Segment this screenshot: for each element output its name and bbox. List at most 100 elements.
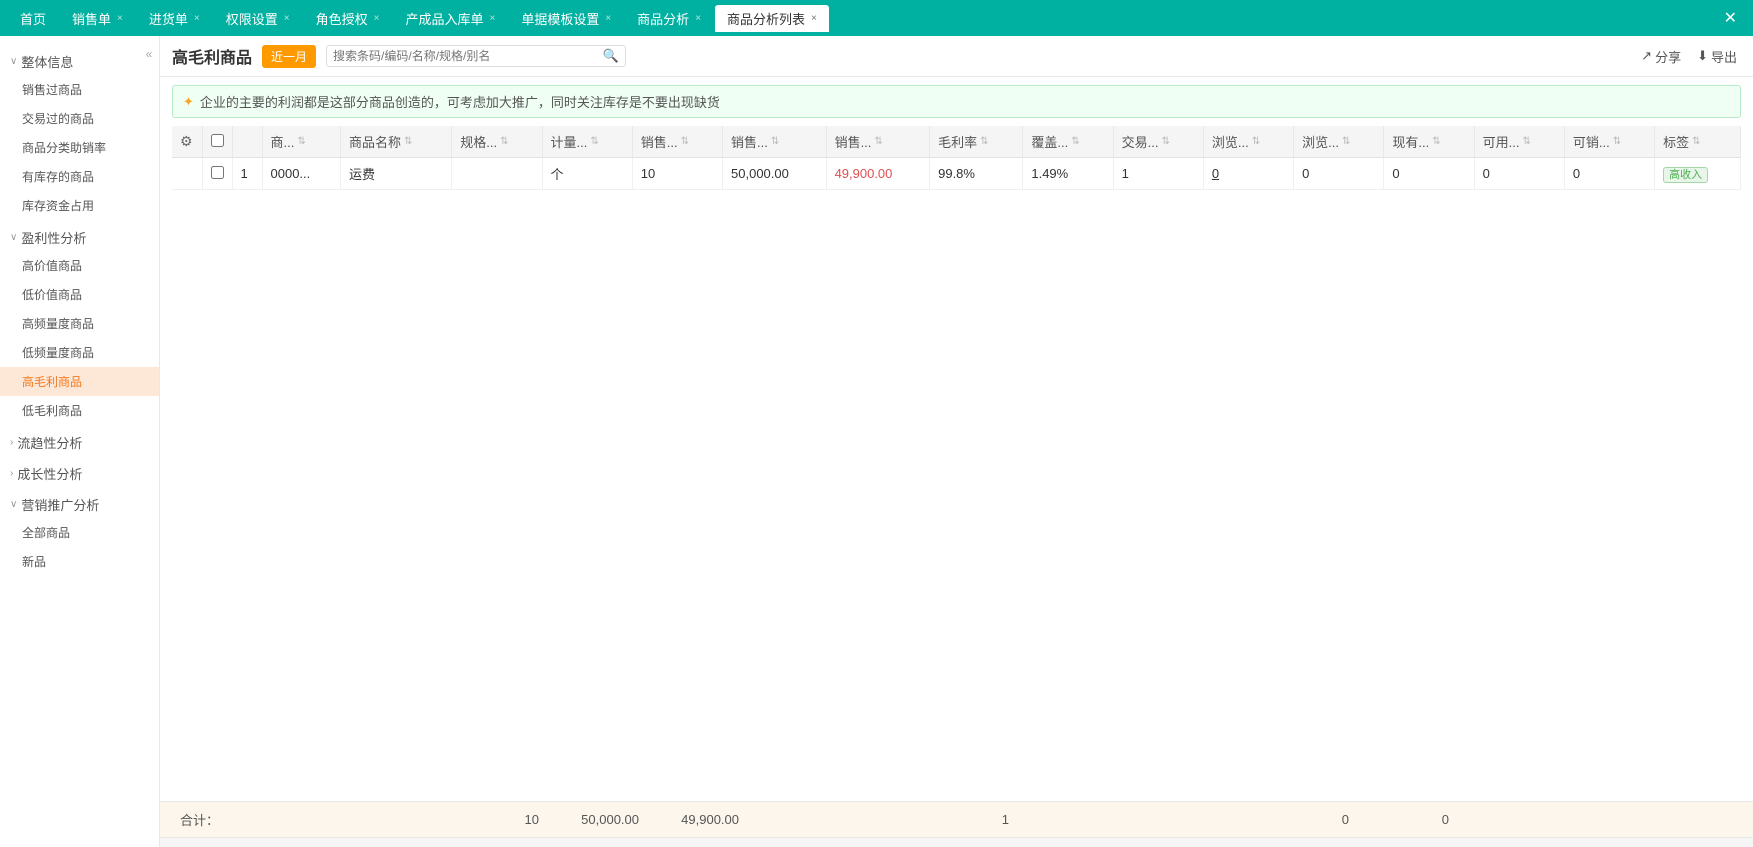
sidebar-collapse-button[interactable]: « (139, 44, 159, 64)
nav-tab-permission-settings[interactable]: 权限设置× (214, 5, 302, 32)
col-header-checkbox[interactable] (202, 126, 232, 158)
nav-tab-close-product-analysis[interactable]: × (695, 13, 701, 24)
nav-tab-product-analysis[interactable]: 商品分析× (625, 5, 713, 32)
col-header-settings[interactable]: ⚙ (172, 126, 202, 158)
sidebar-group-overall-info[interactable]: ∨整体信息 (0, 44, 159, 75)
col-label-sales-cost: 销售... (835, 132, 872, 151)
search-box: 🔍 (326, 45, 626, 67)
sidebar-item-goods-assist[interactable]: 商品分类助销率 (0, 133, 159, 162)
sidebar-group-marketing-analysis[interactable]: ∨营销推广分析 (0, 487, 159, 518)
search-input[interactable] (333, 49, 599, 63)
cell-sales-cost: 49,900.00 (826, 158, 930, 190)
table-row: 10000...运费个1050,000.0049,900.0099.8%1.49… (172, 158, 1741, 190)
sidebar-item-all-goods[interactable]: 全部商品 (0, 518, 159, 547)
cell-available-stock: 0 (1474, 158, 1564, 190)
col-label-unit: 计量... (551, 132, 588, 151)
cell-tag: 高收入 (1655, 158, 1741, 190)
sidebar-item-traded-goods[interactable]: 交易过的商品 (0, 104, 159, 133)
col-label-code: 商... (271, 132, 295, 151)
arrow-icon: › (10, 437, 13, 448)
sort-icon-available-stock[interactable]: ⇅ (1522, 136, 1530, 147)
info-text: 企业的主要的利润都是这部分商品创造的，可考虑加大推广，同时关注库存是不要出现缺货 (200, 92, 720, 111)
nav-tab-close-sales[interactable]: × (117, 13, 123, 24)
col-label-coverage: 覆盖... (1031, 132, 1068, 151)
nav-tab-close-role-permission[interactable]: × (374, 13, 380, 24)
col-label-sales-qty: 销售... (641, 132, 678, 151)
footer-current-stock: 0 (1269, 812, 1349, 827)
sort-icon-browse1[interactable]: ⇅ (1252, 136, 1260, 147)
nav-tab-close-product-analysis-list[interactable]: × (811, 13, 817, 24)
sort-icon-sales-qty[interactable]: ⇅ (681, 136, 689, 147)
sort-icon-sellable-stock[interactable]: ⇅ (1613, 136, 1621, 147)
sidebar-item-new-goods[interactable]: 新品 (0, 547, 159, 576)
bottom-scrollbar[interactable] (160, 837, 1753, 847)
col-header-browse2: 浏览...⇅ (1294, 126, 1384, 158)
col-header-tag: 标签⇅ (1655, 126, 1741, 158)
cell-code: 0000... (262, 158, 341, 190)
search-icon[interactable]: 🔍 (603, 48, 619, 64)
footer-label: 合计： (180, 810, 219, 829)
sort-icon-name[interactable]: ⇅ (404, 136, 412, 147)
info-icon: ✦ (183, 94, 194, 110)
sidebar-group-trend-analysis[interactable]: › 流趋性分析 (0, 425, 159, 456)
col-label-sales-amount: 销售... (731, 132, 768, 151)
col-label-browse1: 浏览... (1212, 132, 1249, 151)
sidebar-item-inventory-capital[interactable]: 库存资金占用 (0, 191, 159, 220)
settings-icon[interactable]: ⚙ (180, 133, 193, 149)
sidebar-group-profitability-analysis[interactable]: ∨盈利性分析 (0, 220, 159, 251)
sort-icon-sales-cost[interactable]: ⇅ (874, 136, 882, 147)
nav-tab-purchase[interactable]: 进货单× (137, 5, 212, 32)
nav-tab-product-analysis-list[interactable]: 商品分析列表× (715, 5, 829, 32)
browse1-link[interactable]: 0 (1212, 166, 1219, 181)
sidebar-group-growth-analysis[interactable]: ›成长性分析 (0, 456, 159, 487)
sort-icon-current-stock[interactable]: ⇅ (1432, 136, 1440, 147)
nav-tab-close-purchase[interactable]: × (194, 13, 200, 24)
col-header-sales-cost: 销售...⇅ (826, 126, 930, 158)
sidebar-item-inventory-goods[interactable]: 有库存的商品 (0, 162, 159, 191)
sidebar-item-low-margin[interactable]: 低毛利商品 (0, 396, 159, 425)
sort-icon-transaction[interactable]: ⇅ (1161, 136, 1169, 147)
sort-icon-unit[interactable]: ⇅ (590, 136, 598, 147)
export-button[interactable]: ⬇ 导出 (1693, 45, 1741, 68)
sort-icon-browse2[interactable]: ⇅ (1342, 136, 1350, 147)
sort-icon-tag[interactable]: ⇅ (1692, 136, 1700, 147)
nav-tab-home[interactable]: 首页 (8, 5, 58, 32)
share-button[interactable]: ↗ 分享 (1637, 45, 1685, 68)
cell-current-stock: 0 (1384, 158, 1474, 190)
nav-tab-close-product-warehousing[interactable]: × (489, 13, 495, 24)
col-label-browse2: 浏览... (1302, 132, 1339, 151)
table-footer: 合计： 10 50,000.00 49,900.00 1 0 0 (160, 801, 1753, 837)
row-checkbox[interactable] (211, 166, 224, 179)
nav-tab-product-warehousing[interactable]: 产成品入库单× (393, 5, 507, 32)
close-all-button[interactable]: ✕ (1716, 8, 1745, 28)
sidebar-group-label: 流趋性分析 (17, 433, 82, 452)
nav-tab-close-order-template[interactable]: × (605, 13, 611, 24)
period-button[interactable]: 近一月 (262, 45, 316, 68)
nav-tab-order-template[interactable]: 单据模板设置× (509, 5, 623, 32)
sidebar-item-sales-goods[interactable]: 销售过商品 (0, 75, 159, 104)
cell-margin-rate: 99.8% (930, 158, 1023, 190)
data-table: ⚙商...⇅商品名称⇅规格...⇅计量...⇅销售...⇅销售...⇅销售...… (172, 126, 1741, 190)
sort-icon-coverage[interactable]: ⇅ (1071, 136, 1079, 147)
sort-icon-margin-rate[interactable]: ⇅ (980, 136, 988, 147)
col-header-spec: 规格...⇅ (452, 126, 542, 158)
nav-tab-role-permission[interactable]: 角色授权× (304, 5, 392, 32)
sort-icon-code[interactable]: ⇅ (297, 136, 305, 147)
sort-icon-spec[interactable]: ⇅ (500, 136, 508, 147)
select-all-checkbox[interactable] (211, 134, 224, 147)
sidebar-item-low-frequency[interactable]: 低频量度商品 (0, 338, 159, 367)
sidebar-item-low-value[interactable]: 低价值商品 (0, 280, 159, 309)
header-actions: ↗ 分享 ⬇ 导出 (1637, 45, 1741, 68)
sidebar-item-high-value[interactable]: 高价值商品 (0, 251, 159, 280)
nav-tab-close-permission-settings[interactable]: × (284, 13, 290, 24)
sidebar-item-high-frequency[interactable]: 高频量度商品 (0, 309, 159, 338)
nav-tab-sales[interactable]: 销售单× (60, 5, 135, 32)
cell-index: 1 (232, 158, 262, 190)
sort-icon-sales-amount[interactable]: ⇅ (771, 136, 779, 147)
cell-settings (172, 158, 202, 190)
cell-browse1: 0 (1203, 158, 1293, 190)
top-navigation: 首页销售单×进货单×权限设置×角色授权×产成品入库单×单据模板设置×商品分析×商… (0, 0, 1753, 36)
sidebar-item-high-margin[interactable]: 高毛利商品 (0, 367, 159, 396)
cell-name: 运费 (341, 158, 452, 190)
page-title: 高毛利商品 (172, 44, 252, 68)
